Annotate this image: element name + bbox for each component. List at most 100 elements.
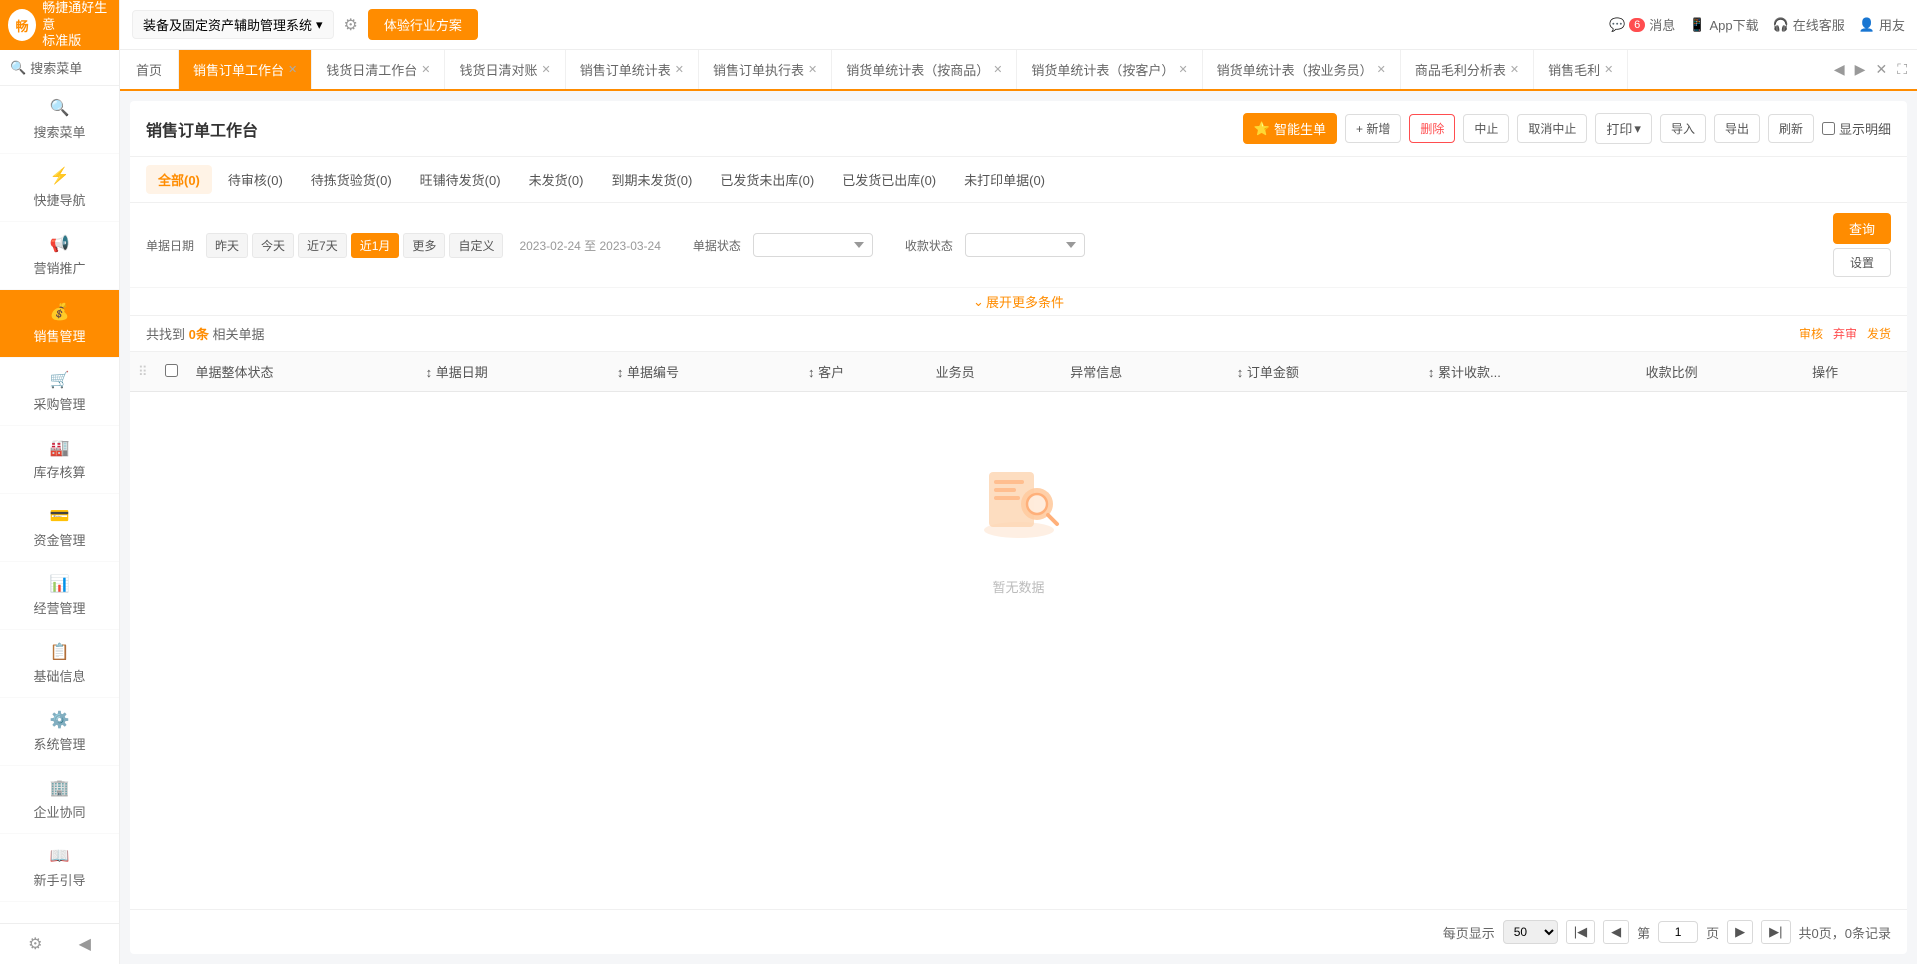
subtab-unprinted[interactable]: 未打印单据(0) bbox=[952, 165, 1057, 194]
tab-maximize[interactable]: ⛶ bbox=[1893, 59, 1911, 80]
sidebar-item-quicknav[interactable]: ⚡快捷导航 bbox=[0, 154, 119, 222]
page-prev-btn[interactable]: ◀ bbox=[1603, 920, 1629, 944]
ship-action[interactable]: 发货 bbox=[1867, 325, 1891, 342]
sidebar-item-system[interactable]: ⚙️系统管理 bbox=[0, 698, 119, 766]
tab-close-sales-revenue[interactable]: ✕ bbox=[1604, 63, 1613, 76]
tab-sales-summary-staff[interactable]: 销货单统计表（按业务员）✕ bbox=[1203, 50, 1401, 89]
page-end-label: 页 bbox=[1706, 923, 1719, 942]
sidebar-menu: 🔍搜索菜单⚡快捷导航📢营销推广💰销售管理🛒采购管理🏭库存核算💳资金管理📊经营管理… bbox=[0, 86, 119, 902]
subtab-pending-inspection[interactable]: 待拣货验货(0) bbox=[299, 165, 404, 194]
tab-cash-daily[interactable]: 钱货日清工作台✕ bbox=[312, 50, 445, 89]
cta-button[interactable]: 体验行业方案 bbox=[368, 9, 478, 40]
select-all-checkbox[interactable] bbox=[165, 364, 178, 377]
payment-select[interactable] bbox=[965, 233, 1085, 257]
sidebar-item-marketing[interactable]: 📢营销推广 bbox=[0, 222, 119, 290]
tab-close-all[interactable]: ✕ bbox=[1871, 59, 1891, 80]
page-last-btn[interactable]: ▶| bbox=[1761, 920, 1790, 944]
date-btn-custom[interactable]: 自定义 bbox=[449, 233, 503, 258]
subtab-shipped-out[interactable]: 已发货已出库(0) bbox=[830, 165, 948, 194]
date-btn-last1m[interactable]: 近1月 bbox=[351, 233, 400, 258]
tab-close-cash-reconcile[interactable]: ✕ bbox=[542, 63, 551, 76]
system-name: 装备及固定资产辅助管理系统 bbox=[143, 15, 312, 34]
tabbar-nav: ◀ ▶ ✕ ⛶ bbox=[1824, 59, 1917, 80]
sidebar-item-operations[interactable]: 📊经营管理 bbox=[0, 562, 119, 630]
sidebar-item-inventory[interactable]: 🏭库存核算 bbox=[0, 426, 119, 494]
sidebar-item-guide[interactable]: 📖新手引导 bbox=[0, 834, 119, 902]
tab-margin-analysis[interactable]: 商品毛利分析表✕ bbox=[1401, 50, 1534, 89]
subtab-unshipped[interactable]: 未发货(0) bbox=[517, 165, 596, 194]
print-button[interactable]: 打印 ▾ bbox=[1595, 113, 1652, 144]
tab-close-cash-daily[interactable]: ✕ bbox=[421, 63, 430, 76]
detail-checkbox-input[interactable] bbox=[1822, 122, 1835, 135]
sidebar-item-finance[interactable]: 💳资金管理 bbox=[0, 494, 119, 562]
tab-nav-next[interactable]: ▶ bbox=[1851, 59, 1870, 80]
per-page-select[interactable]: 50 10 20 100 bbox=[1503, 920, 1558, 944]
sidebar-item-search[interactable]: 🔍搜索菜单 bbox=[0, 86, 119, 154]
sidebar-item-enterprise[interactable]: 🏢企业协同 bbox=[0, 766, 119, 834]
tab-sales-summary-product[interactable]: 销货单统计表（按商品）✕ bbox=[832, 50, 1017, 89]
status-select[interactable] bbox=[753, 233, 873, 257]
date-filter-label: 单据日期 bbox=[146, 237, 194, 254]
topbar-settings-icon[interactable]: ⚙ bbox=[344, 15, 358, 35]
tab-close-margin-analysis[interactable]: ✕ bbox=[1510, 63, 1519, 76]
collapse-icon[interactable]: ◀ bbox=[79, 934, 91, 954]
unreview-action[interactable]: 弃审 bbox=[1833, 325, 1857, 342]
subtab-overdue-unshipped[interactable]: 到期未发货(0) bbox=[599, 165, 704, 194]
export-button[interactable]: 导出 bbox=[1714, 114, 1760, 143]
smart-gen-button[interactable]: ⭐ 智能生单 bbox=[1243, 113, 1337, 144]
query-button[interactable]: 查询 bbox=[1833, 213, 1891, 244]
enterprise-icon: 🏢 bbox=[50, 778, 70, 798]
date-btn-last7[interactable]: 近7天 bbox=[298, 233, 347, 258]
tab-close-sales-exec[interactable]: ✕ bbox=[808, 63, 817, 76]
page-first-btn[interactable]: |◀ bbox=[1566, 920, 1595, 944]
date-btn-more[interactable]: 更多 bbox=[403, 233, 445, 258]
th-exception: 异常信息 bbox=[1062, 352, 1228, 392]
page-input[interactable] bbox=[1658, 921, 1698, 943]
review-action[interactable]: 审核 bbox=[1799, 325, 1823, 342]
page-next-btn[interactable]: ▶ bbox=[1727, 920, 1753, 944]
refresh-button[interactable]: 刷新 bbox=[1768, 114, 1814, 143]
empty-state: 暂无数据 bbox=[130, 392, 1907, 656]
page-title: 销售订单工作台 bbox=[146, 117, 1235, 141]
tab-nav-prev[interactable]: ◀ bbox=[1830, 59, 1849, 80]
star-icon: ⭐ bbox=[1254, 121, 1270, 137]
tab-sales-revenue[interactable]: 销售毛利✕ bbox=[1534, 50, 1628, 89]
sidebar-item-base[interactable]: 📋基础信息 bbox=[0, 630, 119, 698]
system-dropdown[interactable]: 装备及固定资产辅助管理系统 ▾ bbox=[132, 10, 334, 39]
subtab-pending-review[interactable]: 待审核(0) bbox=[216, 165, 295, 194]
expand-filter-button[interactable]: ⌄ 展开更多条件 bbox=[973, 292, 1064, 311]
sidebar-item-sales[interactable]: 💰销售管理 bbox=[0, 290, 119, 358]
tab-close-sales-summary-customer[interactable]: ✕ bbox=[1178, 63, 1187, 76]
subtab-all[interactable]: 全部(0) bbox=[146, 165, 212, 194]
tab-close-sales-stats[interactable]: ✕ bbox=[675, 63, 684, 76]
subtab-wangpu-pending[interactable]: 旺铺待发货(0) bbox=[408, 165, 513, 194]
cancel-stop-button[interactable]: 取消中止 bbox=[1517, 114, 1587, 143]
settings-bottom-icon[interactable]: ⚙ bbox=[28, 934, 42, 954]
tabbar: 首页 销售订单工作台✕钱货日清工作台✕钱货日清对账✕销售订单统计表✕销售订单执行… bbox=[120, 50, 1917, 91]
subtab-shipped-not-out[interactable]: 已发货未出库(0) bbox=[708, 165, 826, 194]
date-btn-today[interactable]: 今天 bbox=[252, 233, 294, 258]
tab-close-sales-summary-staff[interactable]: ✕ bbox=[1377, 63, 1386, 76]
tab-close-sales-workbench[interactable]: ✕ bbox=[288, 63, 297, 76]
import-button[interactable]: 导入 bbox=[1660, 114, 1706, 143]
date-btn-yesterday[interactable]: 昨天 bbox=[206, 233, 248, 258]
app-download-button[interactable]: 📱 App下载 bbox=[1689, 15, 1758, 34]
subtabs: 全部(0)待审核(0)待拣货验货(0)旺铺待发货(0)未发货(0)到期未发货(0… bbox=[130, 157, 1907, 203]
tab-sales-exec[interactable]: 销售订单执行表✕ bbox=[699, 50, 832, 89]
tab-sales-stats[interactable]: 销售订单统计表✕ bbox=[566, 50, 699, 89]
sidebar-search[interactable]: 🔍 搜索菜单 bbox=[0, 50, 119, 86]
show-detail-checkbox[interactable]: 显示明细 bbox=[1822, 119, 1891, 138]
sidebar-item-purchase[interactable]: 🛒采购管理 bbox=[0, 358, 119, 426]
tab-sales-summary-customer[interactable]: 销货单统计表（按客户）✕ bbox=[1017, 50, 1202, 89]
online-service-button[interactable]: 🎧 在线客服 bbox=[1773, 15, 1845, 34]
tab-close-sales-summary-product[interactable]: ✕ bbox=[993, 63, 1002, 76]
filter-settings-button[interactable]: 设置 bbox=[1833, 248, 1891, 277]
delete-button[interactable]: 删除 bbox=[1409, 114, 1455, 143]
tab-cash-reconcile[interactable]: 钱货日清对账✕ bbox=[445, 50, 565, 89]
tab-sales-workbench[interactable]: 销售订单工作台✕ bbox=[179, 50, 312, 89]
messages-button[interactable]: 💬 6 消息 bbox=[1609, 15, 1675, 34]
add-button[interactable]: + 新增 bbox=[1345, 114, 1401, 143]
stop-button[interactable]: 中止 bbox=[1463, 114, 1509, 143]
user-menu-button[interactable]: 👤 用友 bbox=[1859, 15, 1905, 34]
tab-home[interactable]: 首页 bbox=[120, 50, 179, 89]
